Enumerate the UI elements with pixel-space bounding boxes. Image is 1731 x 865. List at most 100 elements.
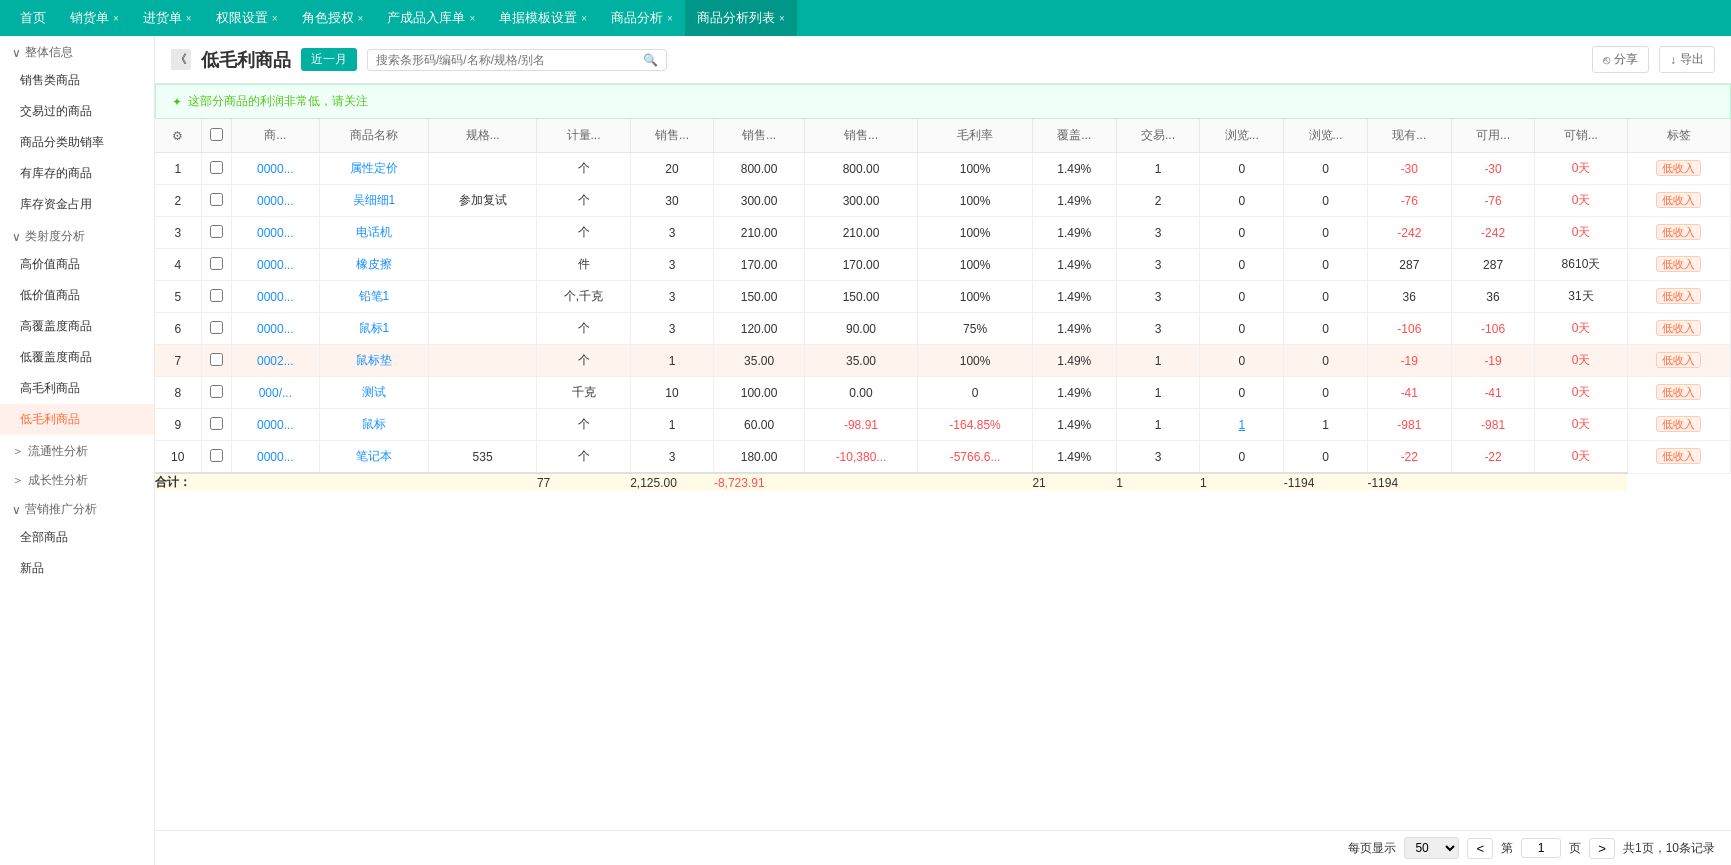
table-row: 3 0000... 电话机 个 3 210.00 210.00 100% 1.4… (155, 217, 1731, 249)
nav-product-stock[interactable]: 产成品入库单 × (375, 0, 487, 36)
nav-product-analysis-list[interactable]: 商品分析列表 × (685, 0, 797, 36)
nav-purchase-order[interactable]: 进货单 × (131, 0, 204, 36)
row-name[interactable]: 属性定价 (320, 153, 429, 185)
totals-empty3 (428, 473, 537, 491)
sidebar-item-new-products[interactable]: 新品 (0, 553, 154, 584)
page-size-label: 每页显示 (1348, 840, 1396, 857)
sidebar-item-low-coverage[interactable]: 低覆盖度商品 (0, 342, 154, 373)
nav-close-icon[interactable]: × (113, 13, 119, 24)
row-browse1[interactable]: 1 (1200, 409, 1284, 441)
row-tag: 低收入 (1627, 249, 1730, 281)
row-checkbox[interactable] (201, 249, 231, 281)
col-code-header: 商... (231, 119, 320, 153)
nav-close-icon[interactable]: × (272, 13, 278, 24)
sidebar-item-high-value[interactable]: 高价值商品 (0, 249, 154, 280)
sidebar-item-all-products[interactable]: 全部商品 (0, 522, 154, 553)
col-checkbox[interactable] (201, 119, 231, 153)
row-unit: 个 (537, 313, 630, 345)
nav-close-icon[interactable]: × (667, 13, 673, 24)
row-name[interactable]: 橡皮擦 (320, 249, 429, 281)
row-checkbox[interactable] (201, 345, 231, 377)
row-stock3: 31天 (1535, 281, 1627, 313)
row-name[interactable]: 吴细细1 (320, 185, 429, 217)
row-coverage: 1.49% (1032, 185, 1116, 217)
row-trade: 2 (1116, 185, 1200, 217)
row-spec: 参加复试 (428, 185, 537, 217)
nav-close-icon[interactable]: × (186, 13, 192, 24)
sidebar-item-low-value[interactable]: 低价值商品 (0, 280, 154, 311)
nav-close-icon[interactable]: × (469, 13, 475, 24)
page-number-input[interactable] (1521, 838, 1561, 858)
row-s3: 170.00 (804, 249, 917, 281)
nav-home[interactable]: 首页 (8, 0, 58, 36)
nav-permission[interactable]: 权限设置 × (204, 0, 290, 36)
row-tag: 低收入 (1627, 217, 1730, 249)
row-checkbox[interactable] (201, 377, 231, 409)
share-button[interactable]: ⎋ 分享 (1592, 46, 1649, 73)
nav-template[interactable]: 单据模板设置 × (487, 0, 599, 36)
row-checkbox[interactable] (201, 185, 231, 217)
nav-product-analysis[interactable]: 商品分析 × (599, 0, 685, 36)
row-stock2: -106 (1451, 313, 1535, 345)
search-icon[interactable]: 🔍 (643, 53, 658, 67)
sidebar-group-growth[interactable]: ＞ 成长性分析 (0, 464, 154, 493)
sidebar-group-flow[interactable]: ＞ 流通性分析 (0, 435, 154, 464)
col-stock3-header: 可销... (1535, 119, 1627, 153)
sidebar-group-coverage: ∨ 类射度分析 (0, 220, 154, 249)
row-name[interactable]: 电话机 (320, 217, 429, 249)
search-input[interactable] (376, 53, 643, 67)
nav-close-icon[interactable]: × (358, 13, 364, 24)
sidebar-item-high-coverage[interactable]: 高覆盖度商品 (0, 311, 154, 342)
sidebar-item-traded[interactable]: 交易过的商品 (0, 96, 154, 127)
next-page-button[interactable]: > (1589, 838, 1615, 859)
nav-close-icon[interactable]: × (779, 13, 785, 24)
time-filter-button[interactable]: 近一月 (301, 48, 357, 71)
row-checkbox[interactable] (201, 441, 231, 474)
nav-role[interactable]: 角色授权 × (290, 0, 376, 36)
nav-sales-order[interactable]: 销货单 × (58, 0, 131, 36)
settings-icon[interactable]: ⚙ (172, 129, 183, 143)
select-all-checkbox[interactable] (210, 128, 223, 141)
row-name[interactable]: 铅笔1 (320, 281, 429, 313)
row-coverage: 1.49% (1032, 409, 1116, 441)
row-stock2: -41 (1451, 377, 1535, 409)
page-title: 低毛利商品 (201, 48, 291, 72)
row-stock3: 0天 (1535, 345, 1627, 377)
row-checkbox[interactable] (201, 313, 231, 345)
sidebar-item-capital[interactable]: 库存资金占用 (0, 189, 154, 220)
row-checkbox[interactable] (201, 217, 231, 249)
row-checkbox[interactable] (201, 409, 231, 441)
row-margin: 100% (918, 185, 1033, 217)
row-name[interactable]: 鼠标1 (320, 313, 429, 345)
page-size-select[interactable]: 50 100 200 (1404, 837, 1459, 859)
row-name[interactable]: 鼠标垫 (320, 345, 429, 377)
row-stock1: -106 (1367, 313, 1451, 345)
notice-icon: ✦ (172, 95, 182, 109)
sidebar-item-in-stock[interactable]: 有库存的商品 (0, 158, 154, 189)
sidebar-collapse-button[interactable]: 《 (171, 49, 191, 70)
row-browse2: 0 (1284, 441, 1368, 474)
row-s1: 1 (630, 345, 714, 377)
main-content: 《 低毛利商品 近一月 🔍 ⎋ 分享 ↓ 导出 ✦ 这部分商品的利润非常低， (155, 36, 1731, 865)
row-no: 6 (155, 313, 201, 345)
nav-close-icon[interactable]: × (581, 13, 587, 24)
header-actions: ⎋ 分享 ↓ 导出 (1592, 46, 1715, 73)
col-settings[interactable]: ⚙ (155, 119, 201, 153)
data-table: ⚙ 商... 商品名称 规格... 计量... 销售... 销售... 销售..… (155, 119, 1731, 491)
table-row: 1 0000... 属性定价 个 20 800.00 800.00 100% 1… (155, 153, 1731, 185)
totals-stock2: -1194 (1367, 473, 1451, 491)
sidebar-item-category-rate[interactable]: 商品分类助销率 (0, 127, 154, 158)
row-name[interactable]: 笔记本 (320, 441, 429, 474)
row-checkbox[interactable] (201, 153, 231, 185)
row-coverage: 1.49% (1032, 345, 1116, 377)
sidebar-item-low-margin[interactable]: 低毛利商品 (0, 404, 154, 435)
export-button[interactable]: ↓ 导出 (1659, 46, 1715, 73)
row-name[interactable]: 鼠标 (320, 409, 429, 441)
row-browse1: 0 (1200, 377, 1284, 409)
sidebar-item-high-margin[interactable]: 高毛利商品 (0, 373, 154, 404)
sidebar-group-overall: ∨ 整体信息 (0, 36, 154, 65)
prev-page-button[interactable]: < (1467, 838, 1493, 859)
row-name[interactable]: 测试 (320, 377, 429, 409)
sidebar-item-sales-product[interactable]: 销售类商品 (0, 65, 154, 96)
row-checkbox[interactable] (201, 281, 231, 313)
